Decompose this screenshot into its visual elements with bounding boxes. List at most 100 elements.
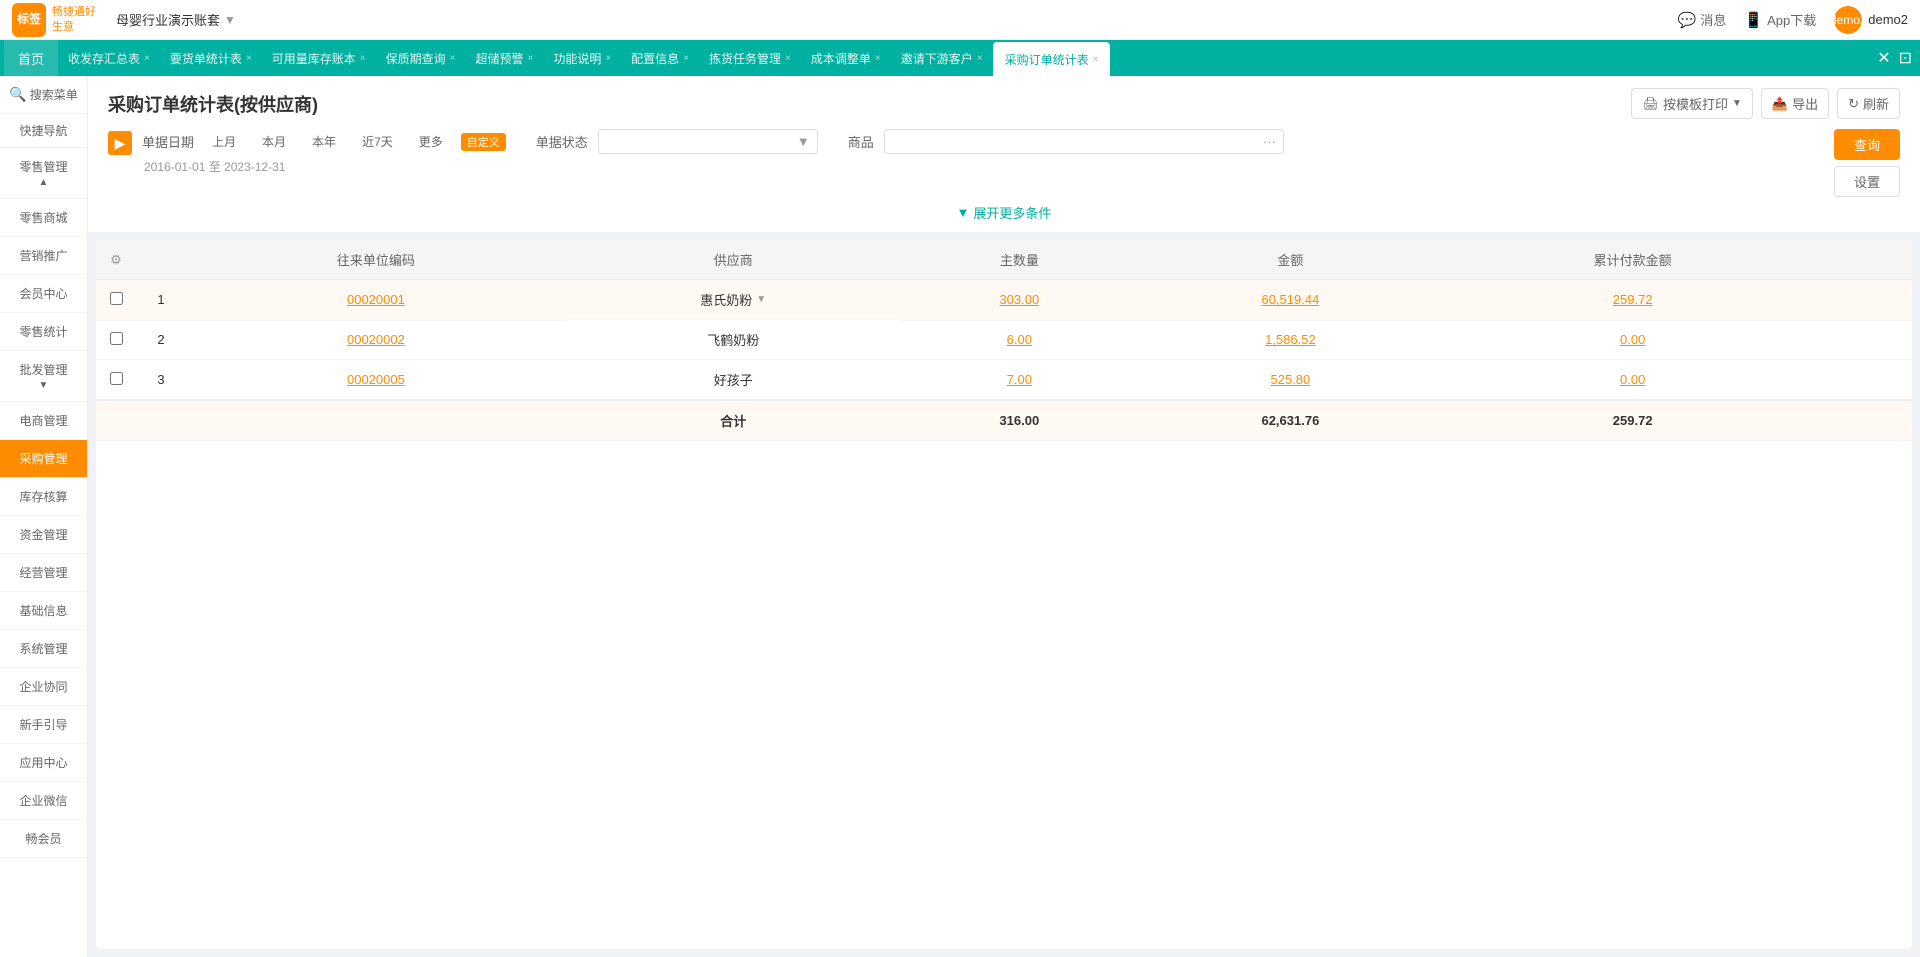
search-menu-btn[interactable]: 🔍 搜索菜单 (0, 76, 87, 114)
row-partner-code[interactable]: 00020001 (186, 280, 566, 321)
sidebar-item-sys-admin[interactable]: 系统管理 (0, 630, 87, 668)
row-qty[interactable]: 7.00 (901, 360, 1138, 401)
tab-超储预警[interactable]: 超储预警 × (465, 40, 543, 76)
tab-close-icon[interactable]: × (144, 53, 150, 64)
tab-label: 邀请下游客户 (901, 50, 973, 67)
tab-close-icon[interactable]: × (360, 53, 366, 64)
row-checkbox[interactable] (96, 320, 136, 360)
table-row: 1 00020001 惠氏奶粉 ▼ 303.00 60,519.44 259.7… (96, 280, 1912, 321)
row-amount[interactable]: 1,586.52 (1138, 320, 1443, 360)
row-amount[interactable]: 525.80 (1138, 360, 1443, 401)
workspace-selector[interactable]: 母婴行业演示账套 ▼ (116, 10, 236, 29)
col-amount: 金额 (1138, 240, 1443, 280)
sidebar-item-capital[interactable]: 资金管理 (0, 516, 87, 554)
row-paid[interactable]: 0.00 (1443, 320, 1823, 360)
date-more-btn[interactable]: 更多 (411, 131, 451, 152)
tab-close-icon[interactable]: × (785, 53, 791, 64)
tab-close-icon[interactable]: × (246, 53, 252, 64)
tab-expand-icon[interactable]: ⊡ (1899, 48, 1912, 68)
tab-邀请下游客户[interactable]: 邀请下游客户 × (891, 40, 993, 76)
row-qty[interactable]: 303.00 (901, 280, 1138, 321)
row-amount[interactable]: 60,519.44 (1138, 280, 1443, 321)
sidebar-item-zero-retail[interactable]: 零售管理 ▲ (0, 148, 87, 199)
goods-input[interactable] (884, 129, 1284, 154)
sidebar-label: 新手引导 (19, 718, 67, 732)
date-last-month-btn[interactable]: 上月 (204, 131, 244, 152)
sidebar-item-new-guide[interactable]: 新手引导 (0, 706, 87, 744)
tab-成本调整单[interactable]: 成本调整单 × (801, 40, 891, 76)
user-area[interactable]: demo2 demo2 (1834, 6, 1908, 34)
row-index: 3 (136, 360, 186, 401)
tab-close-icon[interactable]: × (977, 53, 983, 64)
row-partner-code[interactable]: 00020002 (186, 320, 566, 360)
query-btn[interactable]: 查询 (1834, 129, 1900, 160)
col-paid: 累计付款金额 (1443, 240, 1823, 280)
tab-close-icon[interactable]: × (450, 53, 456, 64)
quick-nav-label: 快捷导航 (19, 124, 67, 138)
status-select[interactable] (598, 129, 818, 154)
row-checkbox[interactable] (96, 360, 136, 401)
tab-label: 保质期查询 (386, 50, 446, 67)
export-icon: 📤 (1772, 96, 1788, 112)
settings-btn[interactable]: 设置 (1834, 166, 1900, 197)
sidebar-item-marketing[interactable]: 营销推广 (0, 237, 87, 275)
sidebar-item-enterprise-wechat[interactable]: 企业微信 (0, 782, 87, 820)
row-qty[interactable]: 6.00 (901, 320, 1138, 360)
refresh-btn[interactable]: ↻ 刷新 (1837, 88, 1900, 119)
template-print-btn[interactable]: 🖨 按模板打印 ▼ (1631, 88, 1752, 119)
row-partner-code[interactable]: 00020005 (186, 360, 566, 401)
sidebar-item-inventory[interactable]: 库存核算 (0, 478, 87, 516)
tab-close-icon[interactable]: × (527, 53, 533, 64)
sidebar-item-ecommerce[interactable]: 电商管理 (0, 402, 87, 440)
row-paid[interactable]: 0.00 (1443, 360, 1823, 401)
tab-保质期查询[interactable]: 保质期查询 × (376, 40, 466, 76)
tab-home[interactable]: 首页 (4, 40, 58, 76)
sidebar-item-purchase[interactable]: 采购管理 (0, 440, 87, 478)
sidebar-item-enterprise[interactable]: 企业协同 (0, 668, 87, 706)
sidebar-item-app-center[interactable]: 应用中心 (0, 744, 87, 782)
sidebar-item-operations[interactable]: 经营管理 (0, 554, 87, 592)
date-this-month-btn[interactable]: 本月 (254, 131, 294, 152)
message-btn[interactable]: 💬 消息 (1678, 10, 1727, 29)
sidebar-label: 应用中心 (19, 756, 67, 770)
tab-采购订单统计表[interactable]: 采购订单统计表 × (993, 42, 1111, 76)
filter-toggle-btn[interactable]: ▶ (108, 131, 132, 155)
tab-close-icon[interactable]: × (683, 53, 689, 64)
tab-配置信息[interactable]: 配置信息 × (621, 40, 699, 76)
sidebar-item-basic-info[interactable]: 基础信息 (0, 592, 87, 630)
app-download-btn[interactable]: 📱 App下载 (1744, 10, 1816, 29)
row-paid[interactable]: 259.72 (1443, 280, 1823, 321)
page-title: 采购订单统计表(按供应商) (108, 91, 318, 117)
tab-拣货任务管理[interactable]: 拣货任务管理 × (699, 40, 801, 76)
sidebar-item-zero-stat[interactable]: 零售统计 (0, 313, 87, 351)
sidebar-item-wholesale[interactable]: 批发管理 ▼ (0, 351, 87, 402)
expand-filters-btn[interactable]: ▼ 展开更多条件 (957, 203, 1052, 222)
gear-icon[interactable]: ⚙ (110, 252, 122, 267)
tab-close-icon[interactable]: × (875, 53, 881, 64)
tab-label: 收发存汇总表 (68, 50, 140, 67)
row-select-checkbox[interactable] (110, 372, 123, 385)
row-select-checkbox[interactable] (110, 292, 123, 305)
col-settings[interactable]: ⚙ (96, 240, 136, 280)
date-this-year-btn[interactable]: 本年 (304, 131, 344, 152)
user-name: demo2 (1868, 12, 1908, 27)
tab-close-icon[interactable]: × (1093, 54, 1099, 65)
export-btn[interactable]: 📤 导出 (1761, 88, 1829, 119)
tab-close-icon[interactable]: × (605, 53, 611, 64)
tab-close-all-icon[interactable]: ✕ (1877, 48, 1890, 68)
sidebar-label: 库存核算 (19, 490, 67, 504)
sidebar-item-zero-shop[interactable]: 零售商城 (0, 199, 87, 237)
row-checkbox[interactable] (96, 280, 136, 321)
tab-收发存汇总表[interactable]: 收发存汇总表 × (58, 40, 160, 76)
tab-功能说明[interactable]: 功能说明 × (543, 40, 621, 76)
sidebar-item-member2[interactable]: 畅会员 (0, 820, 87, 858)
message-label: 消息 (1700, 10, 1726, 29)
sidebar-item-member[interactable]: 会员中心 (0, 275, 87, 313)
tab-要货单统计表[interactable]: 要货单统计表 × (160, 40, 262, 76)
footer-paid: 259.72 (1443, 400, 1823, 441)
tab-可用量库存账本[interactable]: 可用量库存账本 × (262, 40, 376, 76)
date-filter-label: 单据日期 (142, 132, 194, 151)
date-7days-btn[interactable]: 近7天 (354, 131, 401, 152)
row-select-checkbox[interactable] (110, 332, 123, 345)
quick-nav-btn[interactable]: 快捷导航 (0, 114, 87, 148)
